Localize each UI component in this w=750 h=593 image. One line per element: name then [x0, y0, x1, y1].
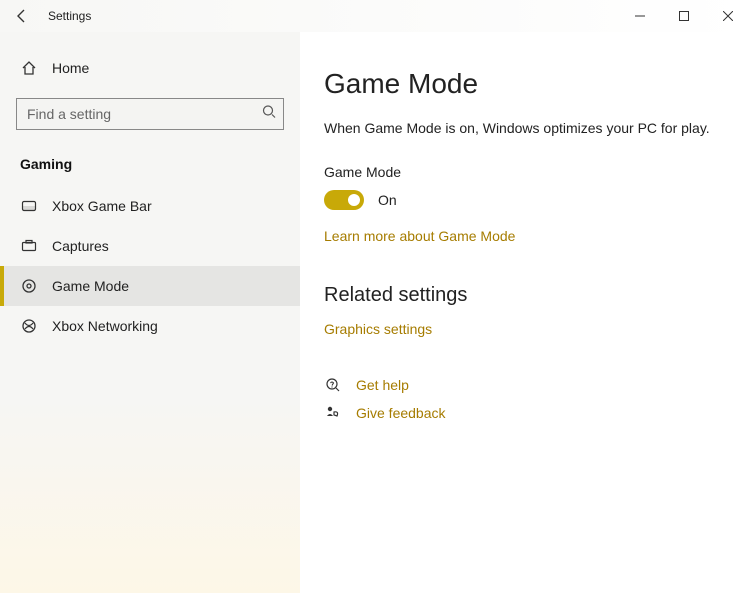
close-button[interactable] — [706, 0, 750, 32]
nav-item-label: Xbox Game Bar — [52, 198, 152, 214]
toggle-knob — [348, 194, 360, 206]
back-button[interactable] — [0, 0, 44, 32]
search-wrap — [16, 98, 284, 130]
titlebar: Settings — [0, 0, 750, 32]
sidebar-category: Gaming — [0, 148, 300, 186]
maximize-icon — [679, 11, 689, 21]
search-icon — [262, 105, 276, 124]
feedback-icon — [324, 405, 342, 421]
nav-item-captures[interactable]: Captures — [0, 226, 300, 266]
content: Game Mode When Game Mode is on, Windows … — [300, 32, 750, 593]
nav-item-game-mode[interactable]: Game Mode — [0, 266, 300, 306]
minimize-button[interactable] — [618, 0, 662, 32]
maximize-button[interactable] — [662, 0, 706, 32]
xbox-networking-icon — [20, 318, 38, 334]
minimize-icon — [635, 11, 645, 21]
game-mode-toggle[interactable] — [324, 190, 364, 210]
support-section: Get help Give feedback — [324, 377, 726, 421]
nav-item-xbox-game-bar[interactable]: Xbox Game Bar — [0, 186, 300, 226]
nav-item-label: Xbox Networking — [52, 318, 158, 334]
window-title: Settings — [44, 9, 91, 23]
get-help-link: Get help — [356, 377, 409, 393]
arrow-left-icon — [14, 8, 30, 24]
get-help-row[interactable]: Get help — [324, 377, 726, 393]
captures-icon — [20, 238, 38, 254]
toggle-row: On — [324, 190, 726, 210]
game-mode-icon — [20, 278, 38, 294]
window-controls — [618, 0, 750, 32]
sidebar: Home Gaming Xbox Game Bar Captures Game … — [0, 32, 300, 593]
close-icon — [723, 11, 733, 21]
main: Home Gaming Xbox Game Bar Captures Game … — [0, 32, 750, 593]
sidebar-home-label: Home — [52, 60, 89, 76]
related-settings-heading: Related settings — [324, 284, 726, 307]
toggle-state-label: On — [378, 192, 397, 208]
sidebar-home[interactable]: Home — [0, 52, 300, 84]
home-icon — [20, 60, 38, 76]
game-bar-icon — [20, 198, 38, 214]
setting-label: Game Mode — [324, 164, 726, 180]
page-description: When Game Mode is on, Windows optimizes … — [324, 120, 726, 136]
page-title: Game Mode — [324, 68, 726, 100]
learn-more-link[interactable]: Learn more about Game Mode — [324, 228, 515, 244]
help-icon — [324, 377, 342, 393]
nav-item-label: Game Mode — [52, 278, 129, 294]
give-feedback-row[interactable]: Give feedback — [324, 405, 726, 421]
graphics-settings-link[interactable]: Graphics settings — [324, 321, 432, 337]
search-input[interactable] — [16, 98, 284, 130]
nav-item-xbox-networking[interactable]: Xbox Networking — [0, 306, 300, 346]
give-feedback-link: Give feedback — [356, 405, 446, 421]
nav-item-label: Captures — [52, 238, 109, 254]
